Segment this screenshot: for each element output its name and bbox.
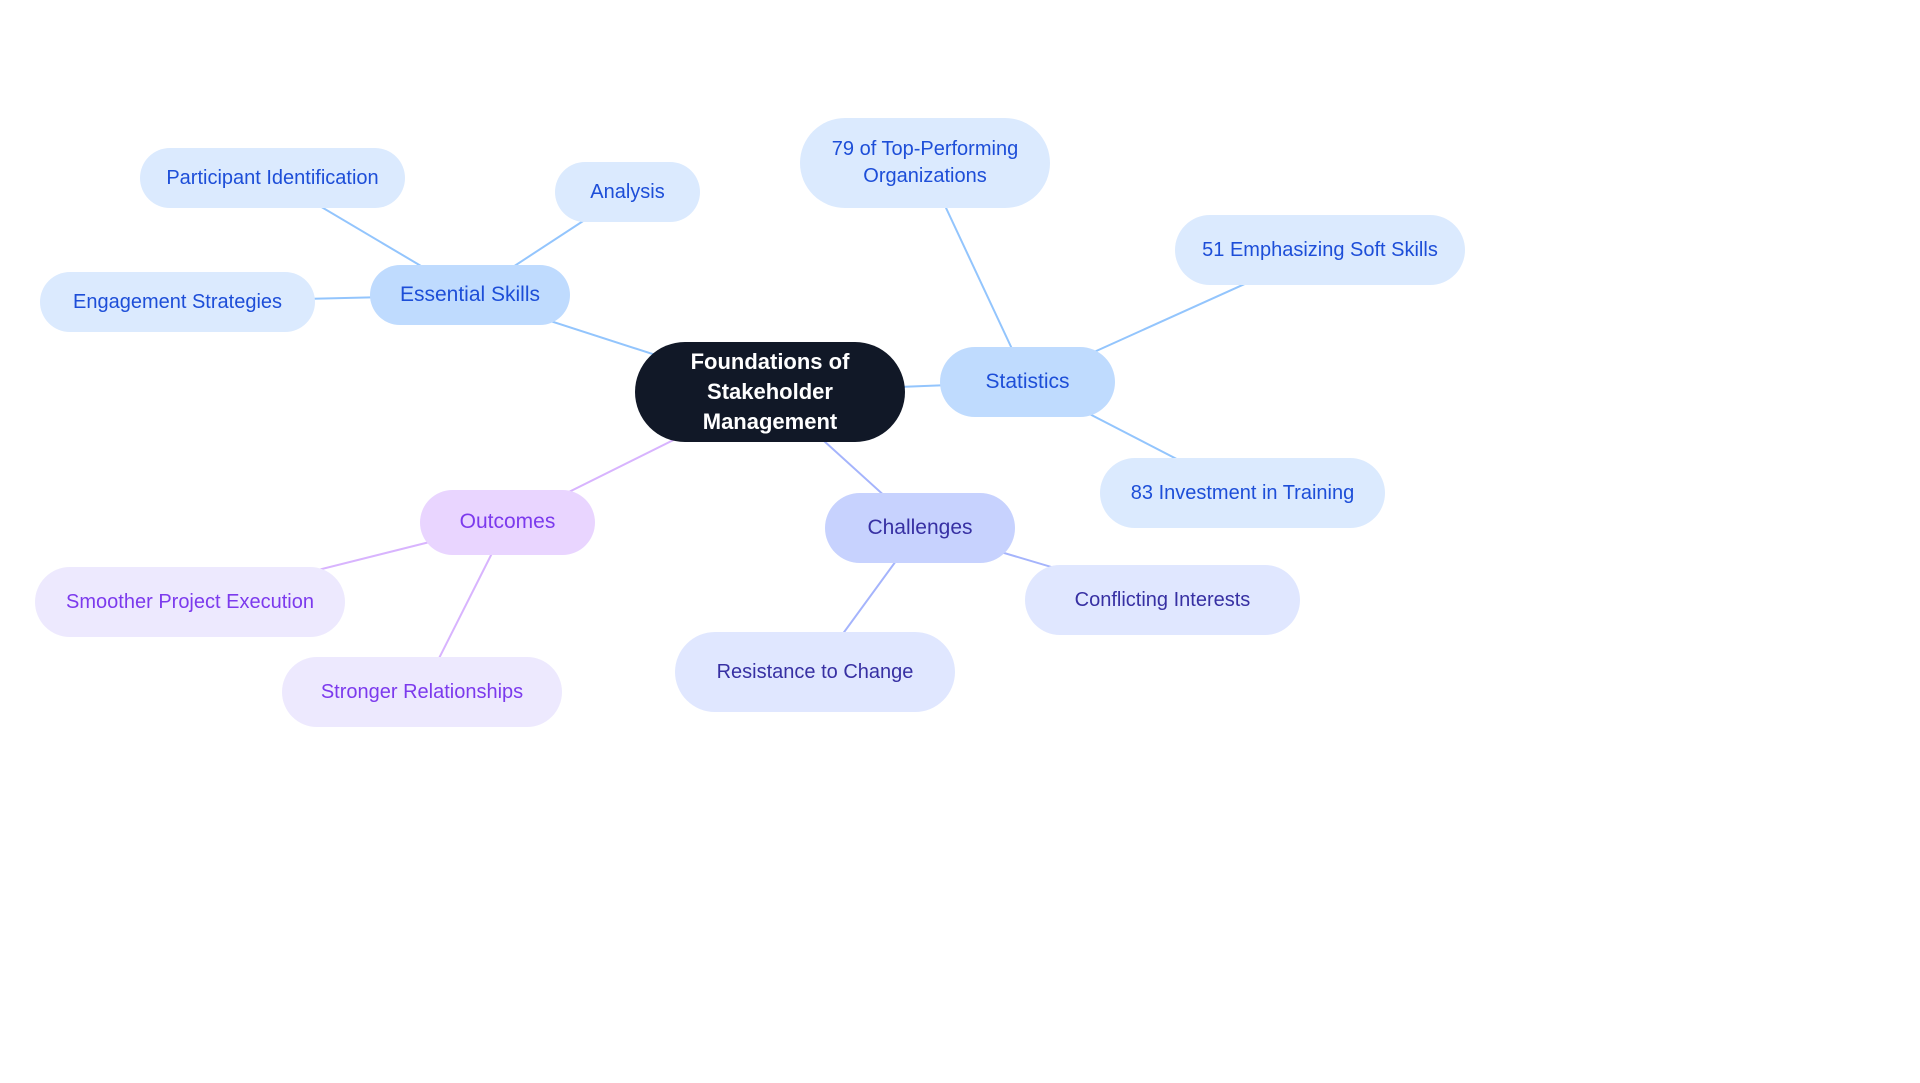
analysis-node[interactable]: Analysis xyxy=(555,162,700,222)
conflicting-label: Conflicting Interests xyxy=(1075,587,1251,614)
engagement-node[interactable]: Engagement Strategies xyxy=(40,272,315,332)
top-performing-node[interactable]: 79 of Top-Performing Organizations xyxy=(800,118,1050,208)
relationships-label: Stronger Relationships xyxy=(321,679,523,706)
top-performing-label: 79 of Top-Performing Organizations xyxy=(824,136,1026,190)
engagement-label: Engagement Strategies xyxy=(73,289,282,316)
outcomes-label: Outcomes xyxy=(460,508,556,536)
conflicting-node[interactable]: Conflicting Interests xyxy=(1025,565,1300,635)
relationships-node[interactable]: Stronger Relationships xyxy=(282,657,562,727)
smoother-label: Smoother Project Execution xyxy=(66,589,314,616)
resistance-node[interactable]: Resistance to Change xyxy=(675,632,955,712)
investment-label: 83 Investment in Training xyxy=(1131,480,1354,507)
center-node: Foundations of Stakeholder Management xyxy=(635,342,905,442)
analysis-label: Analysis xyxy=(590,179,664,206)
investment-node[interactable]: 83 Investment in Training xyxy=(1100,458,1385,528)
outcomes-node[interactable]: Outcomes xyxy=(420,490,595,555)
challenges-node[interactable]: Challenges xyxy=(825,493,1015,563)
participant-id-node[interactable]: Participant Identification xyxy=(140,148,405,208)
essential-skills-node[interactable]: Essential Skills xyxy=(370,265,570,325)
center-label: Foundations of Stakeholder Management xyxy=(659,347,881,436)
soft-skills-node[interactable]: 51 Emphasizing Soft Skills xyxy=(1175,215,1465,285)
challenges-label: Challenges xyxy=(867,514,972,542)
soft-skills-label: 51 Emphasizing Soft Skills xyxy=(1202,237,1438,264)
resistance-label: Resistance to Change xyxy=(717,659,914,686)
statistics-label: Statistics xyxy=(985,368,1069,396)
participant-id-label: Participant Identification xyxy=(166,165,378,192)
smoother-node[interactable]: Smoother Project Execution xyxy=(35,567,345,637)
essential-skills-label: Essential Skills xyxy=(400,281,540,309)
statistics-node[interactable]: Statistics xyxy=(940,347,1115,417)
